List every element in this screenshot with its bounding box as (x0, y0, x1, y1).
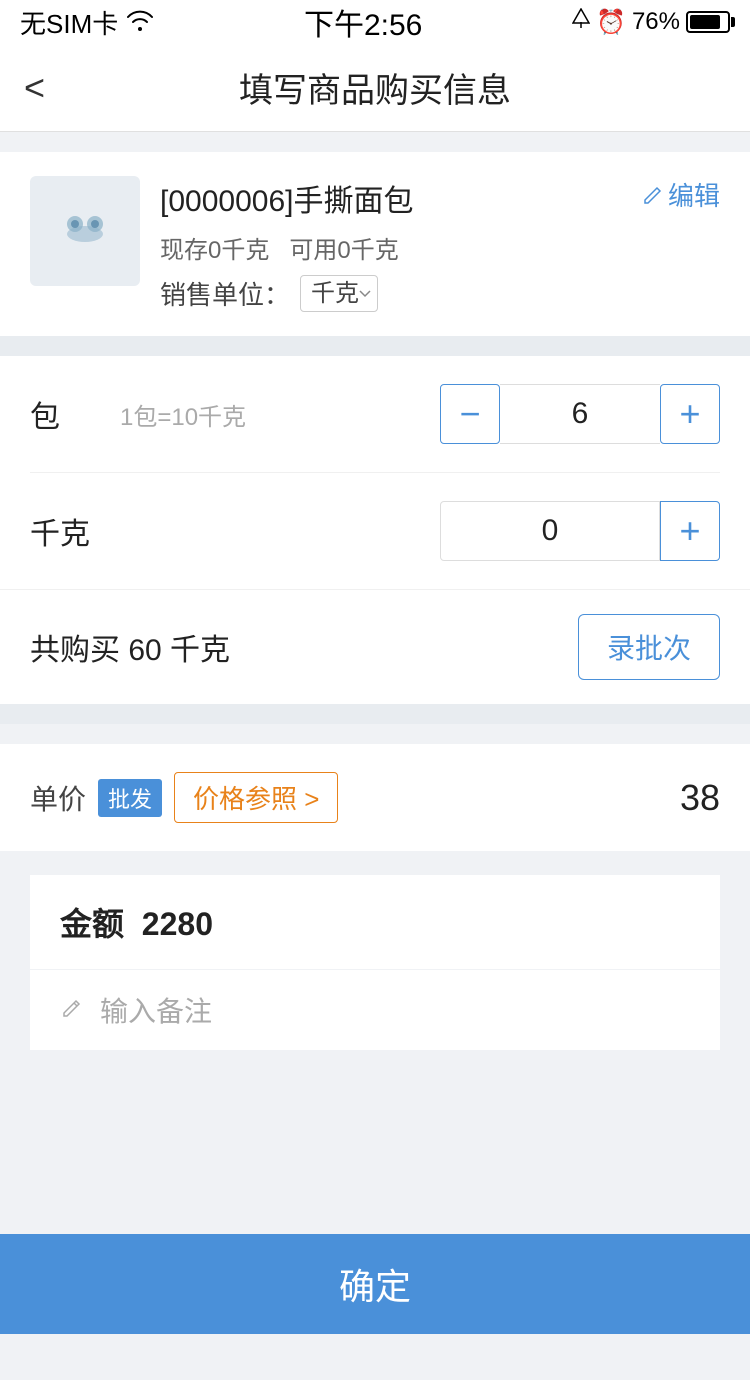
product-stock: 现存0千克 可用0千克 (160, 230, 720, 265)
status-bar: 无SIM卡 下午2:56 ⏰ 76% (0, 0, 750, 44)
summary-text: 共购买 60 千克 (30, 625, 230, 669)
product-name: [0000006]手撕面包 (160, 176, 413, 220)
summary-row: 共购买 60 千克 录批次 (0, 589, 750, 704)
price-value: 38 (680, 777, 720, 819)
status-right: ⏰ 76% (572, 8, 730, 37)
amount-row: 金额 2280 (30, 875, 720, 969)
remark-placeholder: 输入备注 (100, 990, 212, 1030)
pack-hint: 1包=10千克 (120, 397, 440, 432)
pack-label: 包 (30, 392, 110, 436)
pack-qty-control: − + (440, 384, 720, 444)
status-time: 下午2:56 (304, 0, 422, 44)
battery-icon (686, 11, 730, 33)
amount-section: 金额 2280 输入备注 (0, 851, 750, 1050)
kg-label: 千克 (30, 509, 110, 553)
pack-plus-button[interactable]: + (660, 384, 720, 444)
product-card: [0000006]手撕面包 编辑 现存0千克 可用0千克 销售单位： 千克 包 (0, 152, 750, 336)
carrier-label: 无SIM卡 (20, 4, 118, 41)
product-info: [0000006]手撕面包 编辑 现存0千克 可用0千克 销售单位： 千克 包 (160, 176, 720, 312)
amount-value: 2280 (142, 906, 213, 942)
unit-select[interactable]: 千克 包 (300, 275, 378, 312)
price-tag-pifa: 批发 (98, 779, 162, 817)
batch-button[interactable]: 录批次 (578, 614, 720, 680)
page-title: 填写商品购买信息 (239, 63, 511, 112)
kg-input-row: 千克 + (30, 473, 720, 589)
price-ref-button[interactable]: 价格参照 > (174, 772, 338, 823)
confirm-button[interactable]: 确定 (0, 1234, 750, 1334)
input-section: 包 1包=10千克 − + 千克 + (0, 356, 750, 589)
kg-qty-input[interactable] (440, 501, 660, 561)
section-separator-2 (0, 704, 750, 724)
wifi-icon (126, 7, 154, 38)
pack-qty-input[interactable] (500, 384, 660, 444)
remark-row[interactable]: 输入备注 (30, 970, 720, 1050)
product-unit-row: 销售单位： 千克 包 (160, 275, 720, 312)
alarm-icon: ⏰ (596, 8, 626, 37)
back-button[interactable]: < (24, 67, 45, 109)
kg-plus-button[interactable]: + (660, 501, 720, 561)
pack-minus-button[interactable]: − (440, 384, 500, 444)
status-left: 无SIM卡 (20, 4, 154, 41)
section-separator-1 (0, 336, 750, 356)
pencil-icon (60, 994, 86, 1027)
pack-input-row: 包 1包=10千克 − + (30, 356, 720, 473)
product-image (30, 176, 140, 286)
nav-bar: < 填写商品购买信息 (0, 44, 750, 132)
edit-button[interactable]: 编辑 (642, 176, 720, 213)
location-icon (572, 8, 590, 37)
kg-qty-control: + (440, 501, 720, 561)
battery-percent: 76% (632, 8, 680, 36)
price-section: 单价 批发 价格参照 > 38 (0, 744, 750, 851)
price-label: 单价 (30, 778, 86, 818)
